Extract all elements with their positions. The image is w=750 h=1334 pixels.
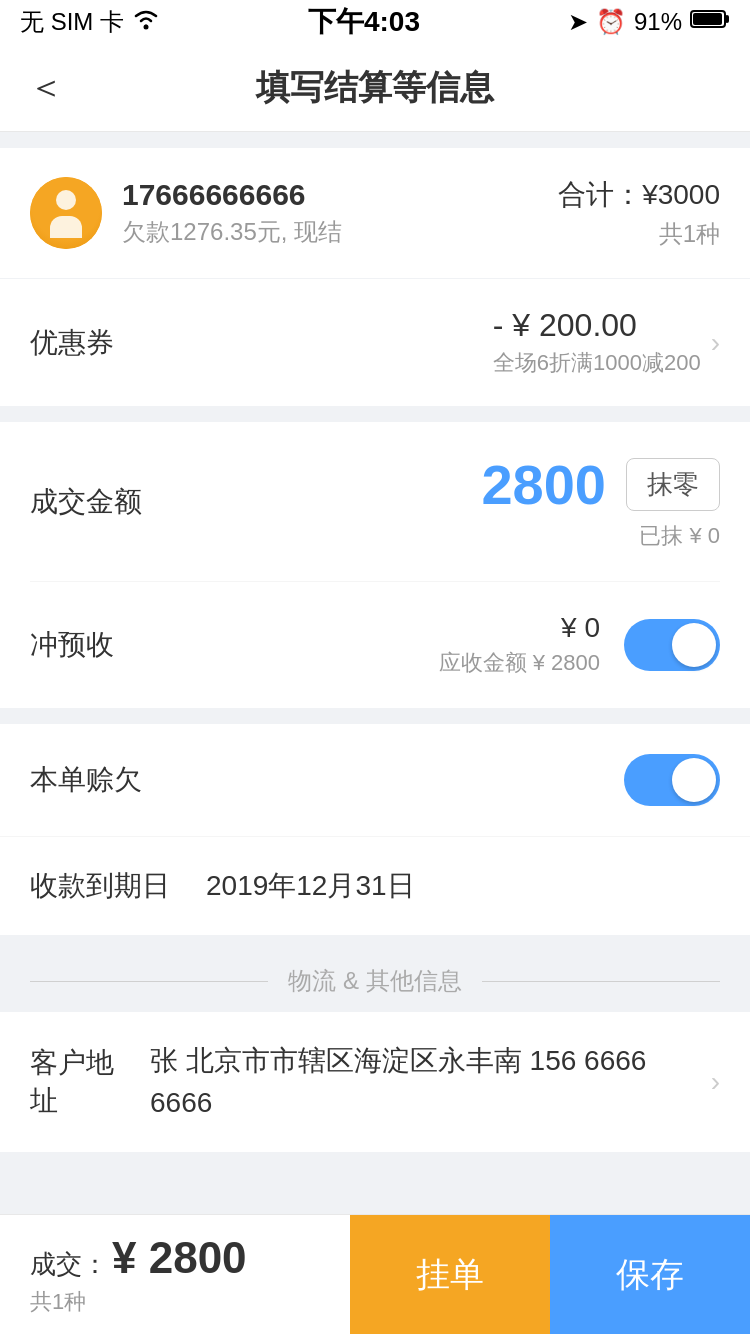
coupon-discount: - ¥ 200.00 [493, 307, 701, 344]
logistics-text: 物流 & 其他信息 [268, 965, 481, 997]
amount-section: 成交金额 2800 抹零 已抹 ¥ 0 冲预收 ¥ 0 应收金额 ¥ 2800 [0, 422, 750, 708]
customer-count: 共1种 [558, 218, 720, 250]
location-icon: ➤ [568, 8, 588, 36]
status-left: 无 SIM 卡 [20, 6, 160, 38]
address-value: 张 北京市市辖区海淀区永丰南 156 6666 6666 [150, 1040, 701, 1124]
bottom-amount: ¥ 2800 [112, 1233, 247, 1283]
due-date-label: 收款到期日 [30, 867, 170, 905]
address-row[interactable]: 客户地址 张 北京市市辖区海淀区永丰南 156 6666 6666 › [0, 1012, 750, 1152]
customer-left: 17666666666 欠款1276.35元, 现结 [30, 177, 342, 249]
prepay-label: 冲预收 [30, 626, 114, 664]
hang-button[interactable]: 挂单 [350, 1215, 550, 1335]
save-button[interactable]: 保存 [550, 1215, 750, 1335]
prepay-row: 冲预收 ¥ 0 应收金额 ¥ 2800 [30, 582, 720, 708]
bottom-deal-label: 成交： [30, 1247, 108, 1282]
debt-row: 本单赊欠 [30, 724, 720, 836]
svg-rect-3 [693, 13, 722, 25]
customer-total-area: 合计：¥3000 共1种 [558, 176, 720, 250]
coupon-row[interactable]: 优惠券 - ¥ 200.00 全场6折满1000减200 › [0, 279, 750, 406]
wifi-icon [132, 8, 160, 36]
deal-amount-value: 2800 [481, 452, 606, 517]
svg-rect-2 [725, 15, 729, 23]
debt-section: 本单赊欠 [0, 724, 750, 836]
address-chevron-icon: › [711, 1066, 720, 1098]
customer-info: 17666666666 欠款1276.35元, 现结 [122, 178, 342, 248]
customer-sub-info: 欠款1276.35元, 现结 [122, 216, 342, 248]
deal-amount-row: 成交金额 2800 抹零 已抹 ¥ 0 [30, 422, 720, 582]
alarm-icon: ⏰ [596, 8, 626, 36]
deal-amount-sub: 已抹 ¥ 0 [639, 521, 720, 551]
bottom-count: 共1种 [30, 1287, 350, 1317]
coupon-label: 优惠券 [30, 324, 114, 362]
bottom-bar: 成交： ¥ 2800 共1种 挂单 保存 [0, 1214, 750, 1334]
sim-label: 无 SIM 卡 [20, 6, 124, 38]
coupon-chevron-icon: › [711, 327, 720, 359]
status-time: 下午4:03 [308, 3, 420, 41]
prepay-amount-area: ¥ 0 应收金额 ¥ 2800 [439, 612, 600, 678]
separator-1 [0, 406, 750, 422]
prepay-toggle[interactable] [624, 619, 720, 671]
logistics-divider: 物流 & 其他信息 [0, 951, 750, 1011]
status-bar: 无 SIM 卡 下午4:03 ➤ ⏰ 91% [0, 0, 750, 44]
prepay-amount: ¥ 0 [439, 612, 600, 644]
due-date-value: 2019年12月31日 [206, 867, 415, 905]
battery-icon [690, 8, 730, 36]
page-title: 填写结算等信息 [256, 65, 494, 111]
round-button[interactable]: 抹零 [626, 458, 720, 511]
customer-card: 17666666666 欠款1276.35元, 现结 合计：¥3000 共1种 [0, 148, 750, 278]
customer-phone: 17666666666 [122, 178, 342, 212]
deal-amount-label: 成交金额 [30, 483, 142, 521]
debt-label: 本单赊欠 [30, 761, 142, 799]
debt-toggle[interactable] [624, 754, 720, 806]
debt-toggle-knob [672, 758, 716, 802]
avatar [30, 177, 102, 249]
bottom-summary: 成交： ¥ 2800 共1种 [0, 1233, 350, 1317]
prepay-sub: 应收金额 ¥ 2800 [439, 648, 600, 678]
back-button[interactable]: ＜ [28, 63, 64, 112]
separator-2 [0, 708, 750, 724]
due-date-row: 收款到期日 2019年12月31日 [0, 836, 750, 935]
address-label: 客户地址 [30, 1044, 130, 1120]
svg-point-0 [144, 25, 149, 30]
battery-label: 91% [634, 8, 682, 36]
toggle-knob [672, 623, 716, 667]
status-right: ➤ ⏰ 91% [568, 8, 730, 36]
customer-total: 合计：¥3000 [558, 176, 720, 214]
coupon-detail: 全场6折满1000减200 [493, 348, 701, 378]
page-header: ＜ 填写结算等信息 [0, 44, 750, 132]
